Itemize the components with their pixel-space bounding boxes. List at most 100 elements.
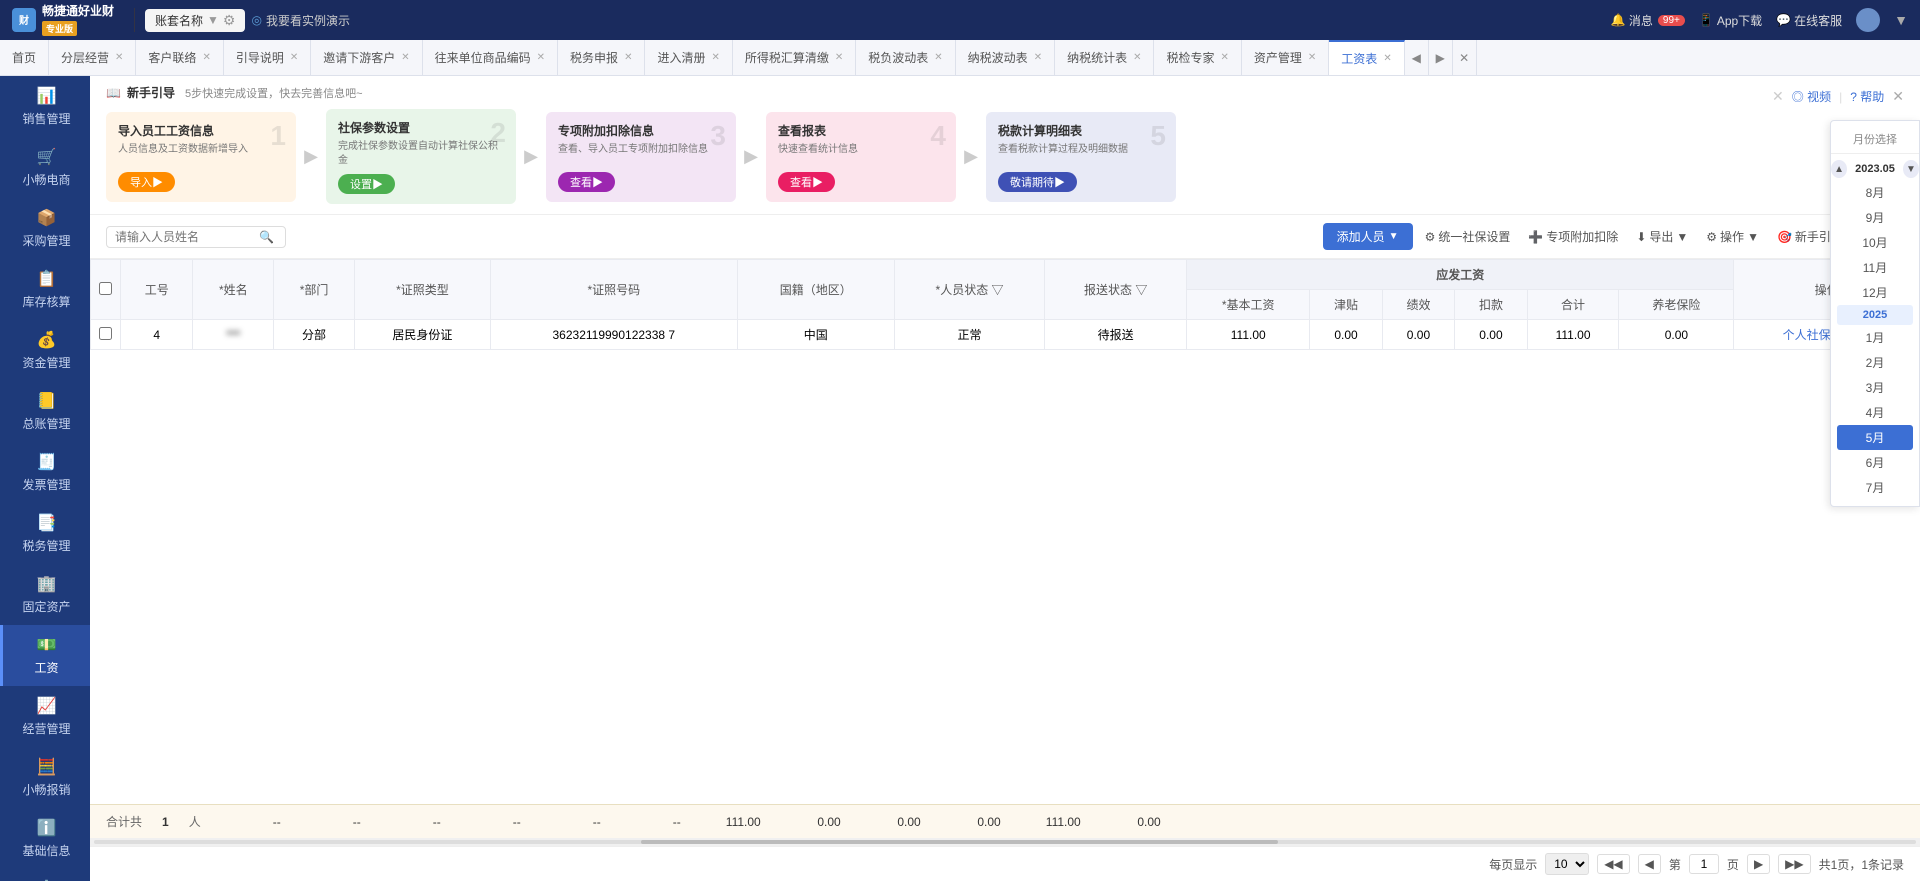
th-select-all[interactable] <box>91 260 121 320</box>
tab-close-stats[interactable]: ✕ <box>1133 52 1141 63</box>
user-avatar[interactable] <box>1856 8 1880 32</box>
sidebar-item-ecommerce[interactable]: 🛒 小畅电商 <box>0 137 90 198</box>
export-btn[interactable]: ⬇ 导出 ▼ <box>1630 225 1694 248</box>
tab-close-clearance[interactable]: ✕ <box>711 52 719 63</box>
page-number-input[interactable] <box>1689 854 1719 874</box>
month-2[interactable]: 2月 <box>1831 350 1919 375</box>
add-person-btn[interactable]: 添加人员 ▼ <box>1323 223 1413 250</box>
select-all-checkbox[interactable] <box>99 282 112 295</box>
tab-close-burden[interactable]: ✕ <box>934 52 942 63</box>
account-selector[interactable]: 账套名称 ▼ ⚙ <box>145 9 245 32</box>
sidebar-item-operations[interactable]: 📈 经营管理 <box>0 686 90 747</box>
tab-close-payroll[interactable]: ✕ <box>1383 53 1391 64</box>
sidebar-item-tax[interactable]: 📑 税务管理 <box>0 503 90 564</box>
tab-close-customer[interactable]: ✕ <box>202 52 210 63</box>
step2-btn[interactable]: 设置▶ <box>338 174 395 194</box>
prev-page-btn[interactable]: ◀ <box>1638 854 1661 874</box>
sidebar-item-expense[interactable]: 🧮 小畅报销 <box>0 747 90 808</box>
page-size-select[interactable]: 10 20 50 <box>1545 853 1589 875</box>
search-box[interactable]: 🔍 <box>106 226 286 248</box>
sidebar-item-basic-info[interactable]: ℹ️ 基础信息 <box>0 808 90 869</box>
horizontal-scrollbar[interactable] <box>90 838 1920 846</box>
tab-clearance[interactable]: 进入清册 ✕ <box>645 40 732 76</box>
unified-social-insurance-btn[interactable]: ⚙ 统一社保设置 <box>1419 225 1517 248</box>
tab-prev-btn[interactable]: ◀ <box>1405 40 1429 76</box>
sidebar-item-invoice[interactable]: 🧾 发票管理 <box>0 442 90 503</box>
tab-income-tax[interactable]: 所得税汇算清缴 ✕ <box>733 40 856 76</box>
month-7[interactable]: 7月 <box>1831 475 1919 500</box>
online-service-btn[interactable]: 💬 在线客服 <box>1776 12 1842 29</box>
month-11[interactable]: 11月 <box>1831 255 1919 280</box>
sidebar-item-ledger[interactable]: 📒 总账管理 <box>0 381 90 442</box>
tab-tax-stats[interactable]: 纳税统计表 ✕ <box>1055 40 1154 76</box>
basic-info-icon: ℹ️ <box>37 818 57 838</box>
tab-customer[interactable]: 客户联络 ✕ <box>136 40 223 76</box>
tab-payroll[interactable]: 工资表 ✕ <box>1329 40 1404 76</box>
sidebar-item-funds[interactable]: 💰 资金管理 <box>0 320 90 381</box>
tab-close-layered[interactable]: ✕ <box>115 52 123 63</box>
month-12[interactable]: 12月 <box>1831 280 1919 305</box>
month-1[interactable]: 1月 <box>1831 325 1919 350</box>
tab-close-tax[interactable]: ✕ <box>624 52 632 63</box>
month-5-active[interactable]: 5月 <box>1837 425 1913 450</box>
tab-product-code[interactable]: 往来单位商品编码 ✕ <box>423 40 558 76</box>
step5-btn[interactable]: 敬请期待▶ <box>998 172 1077 192</box>
tab-assets[interactable]: 资产管理 ✕ <box>1242 40 1329 76</box>
sidebar-item-system[interactable]: ⚙️ 系统管理 <box>0 869 90 881</box>
row-checkbox[interactable] <box>99 327 112 340</box>
month-year-up[interactable]: ▲ <box>1831 160 1847 178</box>
sidebar-item-purchase[interactable]: 📦 采购管理 <box>0 198 90 259</box>
tab-close-expert[interactable]: ✕ <box>1221 52 1229 63</box>
tab-guide[interactable]: 引导说明 ✕ <box>224 40 311 76</box>
tab-close-guide[interactable]: ✕ <box>290 52 298 63</box>
month-6[interactable]: 6月 <box>1831 450 1919 475</box>
first-page-btn[interactable]: ◀◀ <box>1597 854 1629 874</box>
step4-btn[interactable]: 查看▶ <box>778 172 835 192</box>
tab-invite[interactable]: 邀请下游客户 ✕ <box>311 40 422 76</box>
video-link[interactable]: ◎ 视频 <box>1792 88 1831 105</box>
demo-link[interactable]: ◎ 我要看实例演示 <box>251 12 350 29</box>
tab-close-product[interactable]: ✕ <box>537 52 545 63</box>
sidebar-item-sales[interactable]: 📊 销售管理 <box>0 76 90 137</box>
tab-tax-report[interactable]: 税务申报 ✕ <box>558 40 645 76</box>
tab-tax-burden[interactable]: 税负波动表 ✕ <box>856 40 955 76</box>
tab-close-invite[interactable]: ✕ <box>401 52 409 63</box>
month-year-down[interactable]: ▼ <box>1903 160 1919 178</box>
settings-icon[interactable]: ⚙ <box>223 12 236 29</box>
user-menu-icon[interactable]: ▼ <box>1894 12 1908 28</box>
special-deduction-btn[interactable]: ➕ 专项附加扣除 <box>1522 225 1624 248</box>
tab-close-wave[interactable]: ✕ <box>1034 52 1042 63</box>
month-10[interactable]: 10月 <box>1831 230 1919 255</box>
guide-banner-close[interactable]: ✕ <box>1892 88 1904 105</box>
sidebar-item-fixed-assets[interactable]: 🏢 固定资产 <box>0 564 90 625</box>
search-icon[interactable]: 🔍 <box>259 230 274 244</box>
operations-btn[interactable]: ⚙ 操作 ▼ <box>1700 225 1765 248</box>
tab-next-btn[interactable]: ▶ <box>1429 40 1453 76</box>
step1-btn[interactable]: 导入▶ <box>118 172 175 192</box>
messages-btn[interactable]: 🔔 消息 99+ <box>1611 12 1685 29</box>
tab-home[interactable]: 首页 <box>0 40 49 76</box>
month-3[interactable]: 3月 <box>1831 375 1919 400</box>
last-page-btn[interactable]: ▶▶ <box>1778 854 1810 874</box>
sidebar-item-inventory[interactable]: 📋 库存核算 <box>0 259 90 320</box>
app-download-btn[interactable]: 📱 App下载 <box>1699 12 1762 29</box>
month-4[interactable]: 4月 <box>1831 400 1919 425</box>
tab-close-all-btn[interactable]: ✕ <box>1453 40 1477 76</box>
next-page-btn[interactable]: ▶ <box>1747 854 1770 874</box>
tab-tax-expert[interactable]: 税检专家 ✕ <box>1154 40 1241 76</box>
tab-close-income[interactable]: ✕ <box>835 52 843 63</box>
step3-btn[interactable]: 查看▶ <box>558 172 615 192</box>
tab-tax-wave[interactable]: 纳税波动表 ✕ <box>956 40 1055 76</box>
row-checkbox-cell[interactable] <box>91 320 121 350</box>
tab-layered-mgmt[interactable]: 分层经营 ✕ <box>49 40 136 76</box>
personal-insurance-btn[interactable]: 个人社保 <box>1783 328 1831 342</box>
status-filter-icon[interactable]: ▽ <box>992 283 1004 297</box>
help-link[interactable]: ? 帮助 <box>1850 88 1884 105</box>
report-filter-icon[interactable]: ▽ <box>1135 283 1147 297</box>
month-9[interactable]: 9月 <box>1831 205 1919 230</box>
guide-close-icon[interactable]: ✕ <box>1772 88 1784 105</box>
search-input[interactable] <box>115 230 255 244</box>
month-8[interactable]: 8月 <box>1831 180 1919 205</box>
tab-close-assets[interactable]: ✕ <box>1308 52 1316 63</box>
sidebar-item-payroll[interactable]: 💵 工资 <box>0 625 90 686</box>
